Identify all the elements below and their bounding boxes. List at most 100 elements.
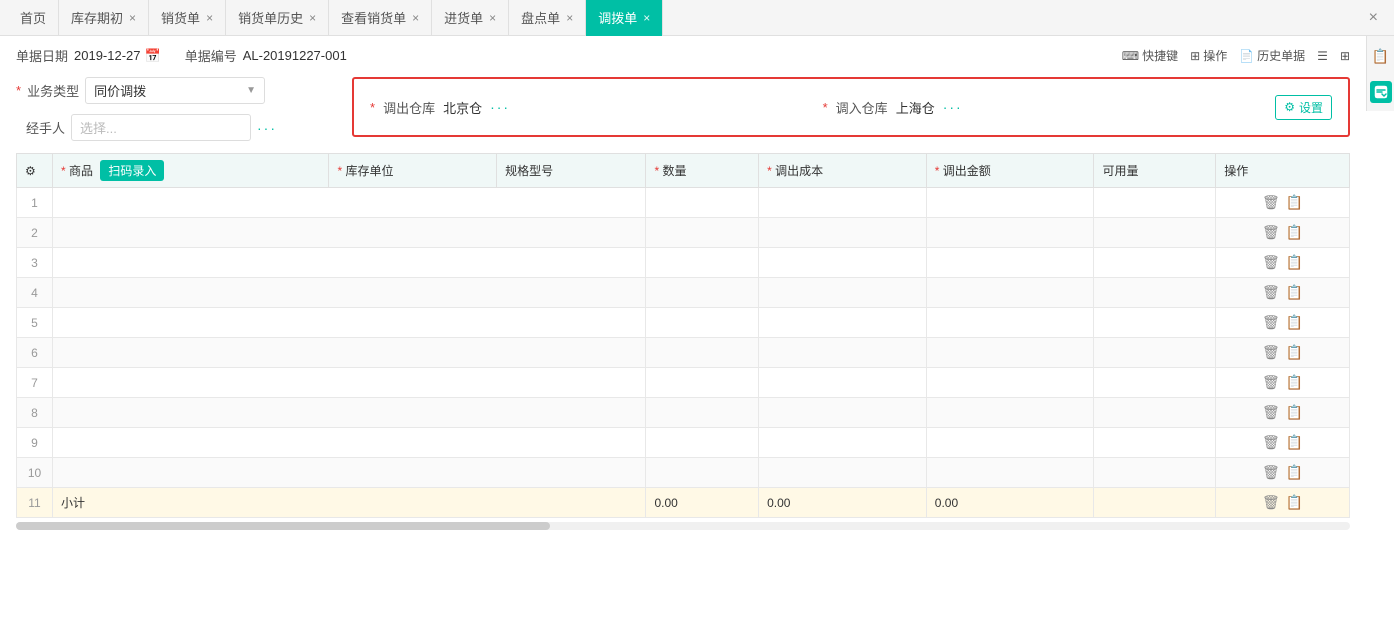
row-product-unit-spec[interactable] (53, 458, 646, 488)
row-amount[interactable] (926, 338, 1094, 368)
window-close-button[interactable]: × (1361, 9, 1386, 27)
row-amount[interactable] (926, 248, 1094, 278)
row-copy-icon[interactable]: 📋 (1286, 434, 1303, 451)
transfer-in-more-button[interactable]: ··· (943, 99, 963, 115)
row-amount[interactable] (926, 368, 1094, 398)
row-cost[interactable] (759, 458, 927, 488)
tab-purchase-close[interactable]: × (489, 11, 496, 25)
row-quantity[interactable] (646, 188, 759, 218)
row-quantity[interactable] (646, 368, 759, 398)
tab-transfer-close[interactable]: × (643, 11, 650, 25)
row-product-unit-spec[interactable] (53, 398, 646, 428)
row-amount[interactable] (926, 188, 1094, 218)
row-delete-icon[interactable]: 🗑 (1262, 314, 1280, 331)
tab-sales-order-close[interactable]: × (206, 11, 213, 25)
row-cost[interactable] (759, 308, 927, 338)
row-cost[interactable] (759, 248, 927, 278)
horizontal-scrollbar[interactable] (16, 522, 1350, 530)
column-cost: * 调出成本 (759, 154, 927, 188)
layout-toggle-list[interactable]: ☰ (1317, 49, 1328, 63)
sidebar-doc-icon[interactable]: 📋 (1368, 44, 1393, 69)
row-copy-icon[interactable]: 📋 (1286, 404, 1303, 421)
row-quantity[interactable] (646, 398, 759, 428)
row-delete-icon[interactable]: 🗑 (1262, 194, 1280, 211)
transfer-out-more-button[interactable]: ··· (490, 99, 510, 115)
handler-more-button[interactable]: ··· (257, 120, 277, 136)
row-amount[interactable] (926, 458, 1094, 488)
row-delete-icon[interactable]: 🗑 (1262, 464, 1280, 481)
settings-button[interactable]: ⚙ 设置 (1275, 95, 1332, 120)
tab-inventory-init[interactable]: 库存期初 × (59, 0, 149, 36)
row-amount[interactable] (926, 218, 1094, 248)
row-delete-icon[interactable]: 🗑 (1262, 224, 1280, 241)
transfer-out-value[interactable]: 北京仓 (443, 98, 482, 117)
tab-sales-order[interactable]: 销货单 × (149, 0, 226, 36)
row-amount[interactable] (926, 308, 1094, 338)
row-product-unit-spec[interactable] (53, 218, 646, 248)
row-product-unit-spec[interactable] (53, 368, 646, 398)
row-delete-icon[interactable]: 🗑 (1262, 284, 1280, 301)
row-copy-icon[interactable]: 📋 (1286, 194, 1303, 211)
layout-toggle-grid[interactable]: ⊞ (1340, 49, 1350, 63)
row-amount[interactable] (926, 428, 1094, 458)
row-quantity[interactable] (646, 428, 759, 458)
row-copy-icon[interactable]: 📋 (1286, 314, 1303, 331)
row-copy-icon[interactable]: 📋 (1286, 284, 1303, 301)
row-amount[interactable] (926, 398, 1094, 428)
operations-button[interactable]: ⊞ 操作 (1190, 47, 1227, 64)
row-product-unit-spec[interactable] (53, 338, 646, 368)
handler-select[interactable]: 选择... (71, 114, 251, 141)
table-settings-icon[interactable]: ⚙ (25, 164, 36, 178)
history-button[interactable]: 📄 历史单据 (1239, 47, 1305, 64)
row-copy-icon[interactable]: 📋 (1286, 254, 1303, 271)
row-cost[interactable] (759, 368, 927, 398)
row-delete-icon[interactable]: 🗑 (1262, 254, 1280, 271)
row-product-unit-spec[interactable] (53, 188, 646, 218)
row-quantity[interactable] (646, 218, 759, 248)
row-quantity[interactable] (646, 338, 759, 368)
tab-inventory-init-close[interactable]: × (129, 11, 136, 25)
row-product-unit-spec[interactable] (53, 428, 646, 458)
row-product-unit-spec[interactable] (53, 308, 646, 338)
row-cost[interactable] (759, 278, 927, 308)
tab-inventory-check-close[interactable]: × (566, 11, 573, 25)
column-settings[interactable]: ⚙ (17, 154, 53, 188)
tab-sales-history[interactable]: 销货单历史 × (226, 0, 329, 36)
scan-button[interactable]: 扫码录入 (100, 160, 164, 181)
row-amount[interactable] (926, 278, 1094, 308)
sidebar-transfer-icon[interactable] (1370, 81, 1392, 103)
row-delete-icon[interactable]: 🗑 (1262, 374, 1280, 391)
row-quantity[interactable] (646, 248, 759, 278)
tab-transfer[interactable]: 调拨单 × (586, 0, 663, 36)
row-copy-icon[interactable]: 📋 (1286, 374, 1303, 391)
calendar-icon[interactable]: 📅 (145, 48, 161, 64)
row-copy-icon[interactable]: 📋 (1286, 464, 1303, 481)
row-quantity[interactable] (646, 458, 759, 488)
tab-home[interactable]: 首页 (8, 0, 59, 36)
handler-placeholder: 选择... (80, 118, 242, 137)
business-type-select[interactable]: 同价调拨 ▼ (85, 77, 265, 104)
tab-sales-history-close[interactable]: × (309, 11, 316, 25)
row-product-unit-spec[interactable] (53, 248, 646, 278)
row-copy-icon[interactable]: 📋 (1286, 224, 1303, 241)
row-copy-icon[interactable]: 📋 (1286, 344, 1303, 361)
row-delete-icon[interactable]: 🗑 (1262, 404, 1280, 421)
row-product-unit-spec[interactable] (53, 278, 646, 308)
row-delete-icon[interactable]: 🗑 (1262, 434, 1280, 451)
tab-purchase[interactable]: 进货单 × (432, 0, 509, 36)
tab-view-sales-close[interactable]: × (412, 11, 419, 25)
shortcuts-button[interactable]: ⌨ 快捷键 (1122, 47, 1178, 64)
row-cost[interactable] (759, 188, 927, 218)
subtotal-copy-icon[interactable]: 📋 (1286, 494, 1303, 511)
tab-inventory-check[interactable]: 盘点单 × (509, 0, 586, 36)
row-delete-icon[interactable]: 🗑 (1262, 344, 1280, 361)
row-quantity[interactable] (646, 308, 759, 338)
row-cost[interactable] (759, 428, 927, 458)
row-quantity[interactable] (646, 278, 759, 308)
subtotal-delete-icon[interactable]: 🗑 (1262, 494, 1280, 511)
row-cost[interactable] (759, 338, 927, 368)
tab-view-sales[interactable]: 查看销货单 × (329, 0, 432, 36)
row-cost[interactable] (759, 218, 927, 248)
row-cost[interactable] (759, 398, 927, 428)
transfer-in-value[interactable]: 上海仓 (896, 98, 935, 117)
